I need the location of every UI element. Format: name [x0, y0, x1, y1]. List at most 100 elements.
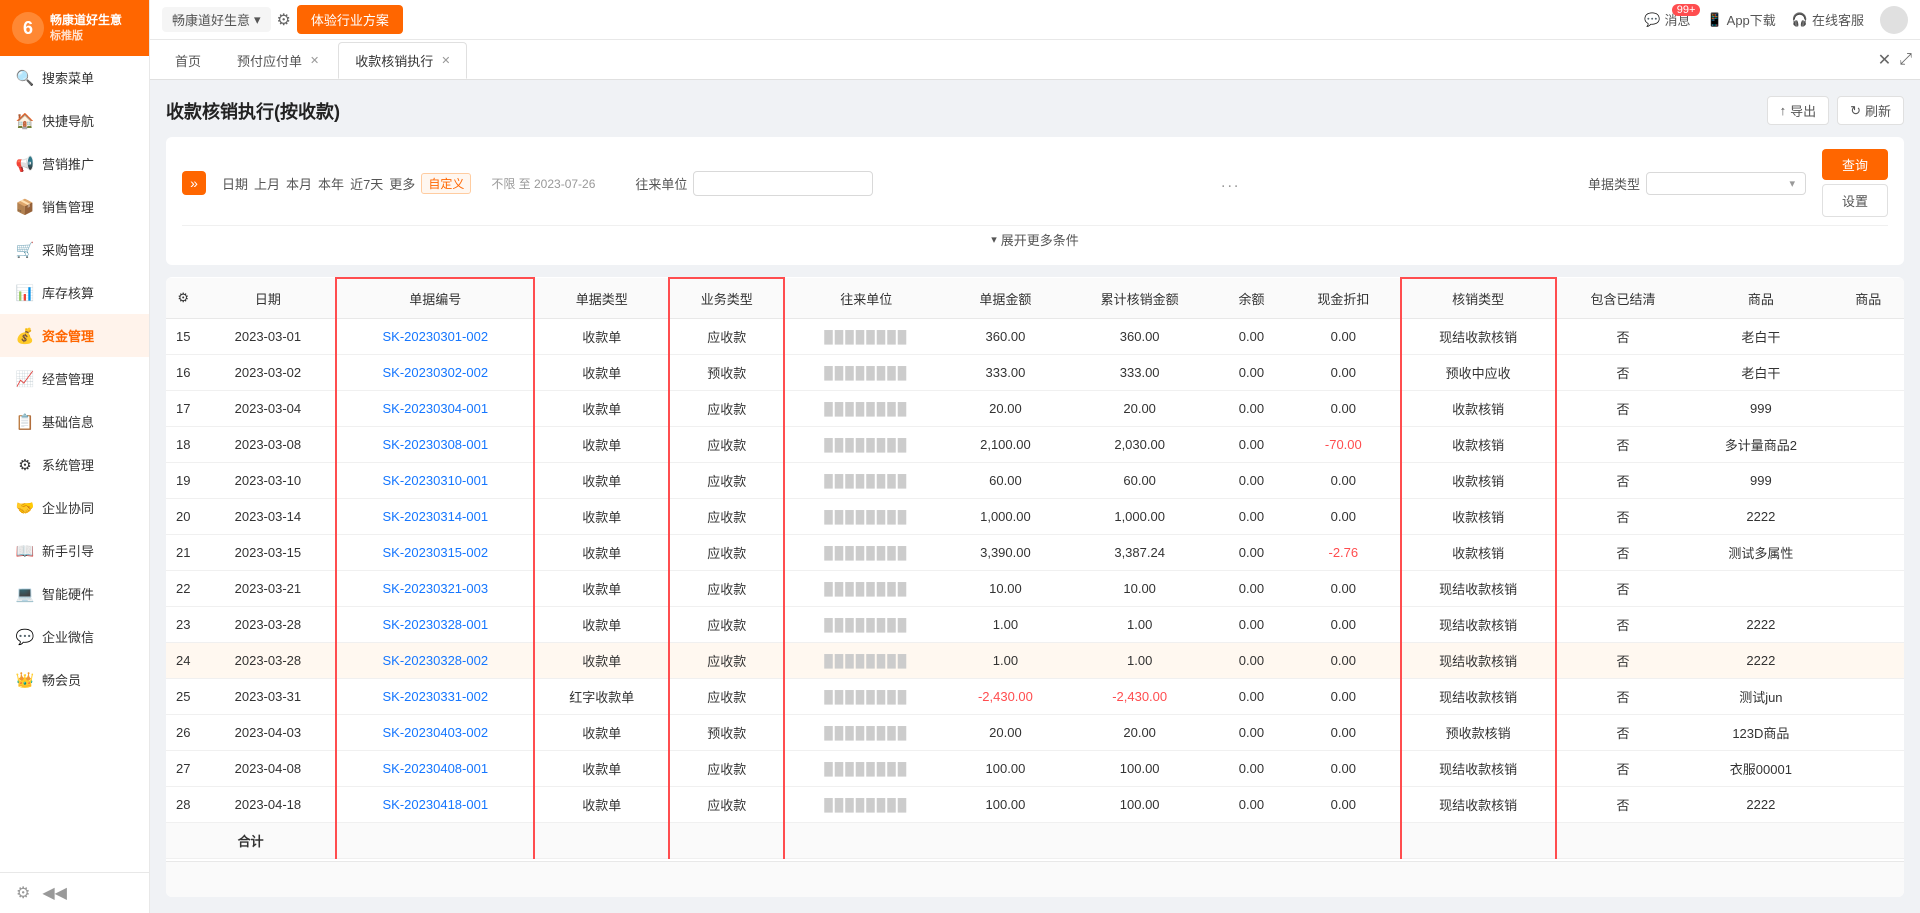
sidebar-item-系统管理[interactable]: ⚙系统管理 [0, 443, 149, 486]
sidebar-item-快捷导航[interactable]: 🏠快捷导航 [0, 99, 149, 142]
sidebar-item-搜索菜单[interactable]: 🔍搜索菜单 [0, 56, 149, 99]
custom-date-btn[interactable]: 自定义 [421, 173, 471, 194]
cell-counterpart: ████████ [784, 319, 947, 355]
online-service-btn[interactable]: 🎧 在线客服 [1792, 10, 1864, 29]
this-month-link[interactable]: 本月 [286, 174, 312, 193]
cell-date: 2023-03-31 [200, 679, 336, 715]
message-icon: 💬 [1644, 12, 1660, 28]
chevron-down-icon: ▾ [1789, 177, 1795, 190]
filter-toggle-btn[interactable]: » [182, 171, 206, 195]
table-row[interactable]: 23 2023-03-28 SK-20230328-001 收款单 应收款 ██… [166, 607, 1904, 643]
query-btn[interactable]: 查询 [1822, 149, 1888, 180]
this-year-link[interactable]: 本年 [318, 174, 344, 193]
bill-type-select[interactable]: ▾ [1646, 172, 1806, 195]
setting-btn[interactable]: 设置 [1822, 184, 1888, 217]
user-avatar[interactable] [1880, 6, 1908, 34]
bill-no-link[interactable]: SK-20230328-001 [383, 617, 489, 632]
sidebar-item-企业微信[interactable]: 💬企业微信 [0, 615, 149, 658]
cell-cash-discount: 0.00 [1287, 499, 1400, 535]
bill-no-link[interactable]: SK-20230302-002 [383, 365, 489, 380]
bill-no-link[interactable]: SK-20230403-002 [383, 725, 489, 740]
last-7-days-link[interactable]: 近7天 [350, 174, 383, 193]
export-btn[interactable]: ↑ 导出 [1767, 96, 1830, 125]
tab-prepay-close[interactable]: ✕ [310, 54, 319, 67]
table-row[interactable]: 21 2023-03-15 SK-20230315-002 收款单 应收款 ██… [166, 535, 1904, 571]
table-row[interactable]: 19 2023-03-10 SK-20230310-001 收款单 应收款 ██… [166, 463, 1904, 499]
table-row[interactable]: 26 2023-04-03 SK-20230403-002 收款单 预收款 ██… [166, 715, 1904, 751]
sidebar-item-畅会员[interactable]: 👑畅会员 [0, 658, 149, 701]
tab-close-all-btn[interactable]: ✕ [1878, 50, 1891, 70]
table-row[interactable]: 24 2023-03-28 SK-20230328-002 收款单 应收款 ██… [166, 643, 1904, 679]
bill-no-link[interactable]: SK-20230321-003 [383, 581, 489, 596]
last-month-link[interactable]: 上月 [254, 174, 280, 193]
table-row[interactable]: 18 2023-03-08 SK-20230308-001 收款单 应收款 ██… [166, 427, 1904, 463]
bill-no-link[interactable]: SK-20230418-001 [383, 797, 489, 812]
solution-btn[interactable]: 体验行业方案 [297, 5, 403, 34]
cell-include-settled: 否 [1556, 463, 1690, 499]
sidebar-item-资金管理[interactable]: 💰资金管理 [0, 314, 149, 357]
bill-no-link[interactable]: SK-20230301-002 [383, 329, 489, 344]
sidebar-item-采购管理[interactable]: 🛒采购管理 [0, 228, 149, 271]
sidebar-item-库存核算[interactable]: 📊库存核算 [0, 271, 149, 314]
table-row[interactable]: 25 2023-03-31 SK-20230331-002 红字收款单 应收款 … [166, 679, 1904, 715]
settings-icon[interactable]: ⚙ [16, 883, 30, 903]
table-row[interactable]: 15 2023-03-01 SK-20230301-002 收款单 应收款 ██… [166, 319, 1904, 355]
table-container[interactable]: ⚙ 日期 单据编号 单据类型 业务类型 往来单位 单据金额 累计核销金额 余额 … [166, 277, 1904, 861]
cell-bill-type: 收款单 [534, 643, 669, 679]
date-shortcuts: 上月 本月 本年 近7天 更多 自定义 [254, 173, 471, 194]
cell-balance: 0.00 [1216, 607, 1287, 643]
cell-cash-discount: 0.00 [1287, 571, 1400, 607]
tab-home[interactable]: 首页 [158, 42, 218, 78]
more-dates-link[interactable]: 更多 [389, 174, 415, 193]
cell-total-writeoff: 100.00 [1064, 751, 1216, 787]
table-row[interactable]: 20 2023-03-14 SK-20230314-001 收款单 应收款 ██… [166, 499, 1904, 535]
refresh-btn[interactable]: ↻ 刷新 [1837, 96, 1904, 125]
collapse-icon[interactable]: ◀◀ [42, 883, 67, 903]
table-row[interactable]: 27 2023-04-08 SK-20230408-001 收款单 应收款 ██… [166, 751, 1904, 787]
cell-no: 17 [166, 391, 200, 427]
cell-balance: 0.00 [1216, 751, 1287, 787]
tab-writeoff-label: 收款核销执行 [355, 51, 433, 70]
sidebar-item-基础信息[interactable]: 📋基础信息 [0, 400, 149, 443]
sidebar-item-营销推广[interactable]: 📢营销推广 [0, 142, 149, 185]
bill-no-link[interactable]: SK-20230308-001 [383, 437, 489, 452]
sidebar-item-企业协同[interactable]: 🤝企业协同 [0, 486, 149, 529]
cell-no: 16 [166, 355, 200, 391]
cell-writeoff-type: 现结收款核销 [1401, 571, 1556, 607]
bill-no-link[interactable]: SK-20230304-001 [383, 401, 489, 416]
tab-maximize-btn[interactable]: ⤢ [1899, 51, 1912, 69]
cell-bill-amount: 10.00 [947, 571, 1063, 607]
cell-biz-type: 应收款 [669, 679, 784, 715]
sidebar-item-新手引导[interactable]: 📖新手引导 [0, 529, 149, 572]
bill-no-link[interactable]: SK-20230328-002 [383, 653, 489, 668]
headset-icon: 🎧 [1792, 12, 1808, 28]
cell-biz-type: 应收款 [669, 643, 784, 679]
table-row[interactable]: 22 2023-03-21 SK-20230321-003 收款单 应收款 ██… [166, 571, 1904, 607]
tab-prepay[interactable]: 预付应付单 ✕ [220, 42, 336, 78]
bill-no-link[interactable]: SK-20230314-001 [383, 509, 489, 524]
table-row[interactable]: 17 2023-03-04 SK-20230304-001 收款单 应收款 ██… [166, 391, 1904, 427]
cell-writeoff-type: 收款核销 [1401, 391, 1556, 427]
bill-no-link[interactable]: SK-20230331-002 [383, 689, 489, 704]
sidebar-icon: 📖 [16, 542, 34, 560]
messages-btn[interactable]: 💬 消息 99+ [1644, 10, 1690, 29]
app-download-btn[interactable]: 📱 App下载 [1706, 10, 1775, 29]
topbar-gear-icon[interactable]: ⚙ [277, 10, 291, 30]
topbar-dropdown[interactable]: 畅康道好生意 ▾ [162, 7, 271, 32]
counterpart-input[interactable] [693, 171, 873, 196]
bill-no-link[interactable]: SK-20230310-001 [383, 473, 489, 488]
table-row[interactable]: 28 2023-04-18 SK-20230418-001 收款单 应收款 ██… [166, 787, 1904, 823]
cell-date: 2023-03-15 [200, 535, 336, 571]
expand-more-btn[interactable]: ▾ 展开更多条件 [182, 225, 1888, 253]
cell-no: 19 [166, 463, 200, 499]
table-row[interactable]: 16 2023-03-02 SK-20230302-002 收款单 预收款 ██… [166, 355, 1904, 391]
sidebar-item-智能硬件[interactable]: 💻智能硬件 [0, 572, 149, 615]
bill-no-link[interactable]: SK-20230315-002 [383, 545, 489, 560]
sidebar-item-经营管理[interactable]: 📈经营管理 [0, 357, 149, 400]
sidebar-item-销售管理[interactable]: 📦销售管理 [0, 185, 149, 228]
tab-writeoff-close[interactable]: ✕ [441, 54, 450, 67]
tab-writeoff[interactable]: 收款核销执行 ✕ [338, 42, 467, 79]
bill-no-link[interactable]: SK-20230408-001 [383, 761, 489, 776]
page-header: 收款核销执行(按收款) ↑ 导出 ↻ 刷新 [166, 96, 1904, 125]
col-settings-header[interactable]: ⚙ [166, 278, 200, 319]
